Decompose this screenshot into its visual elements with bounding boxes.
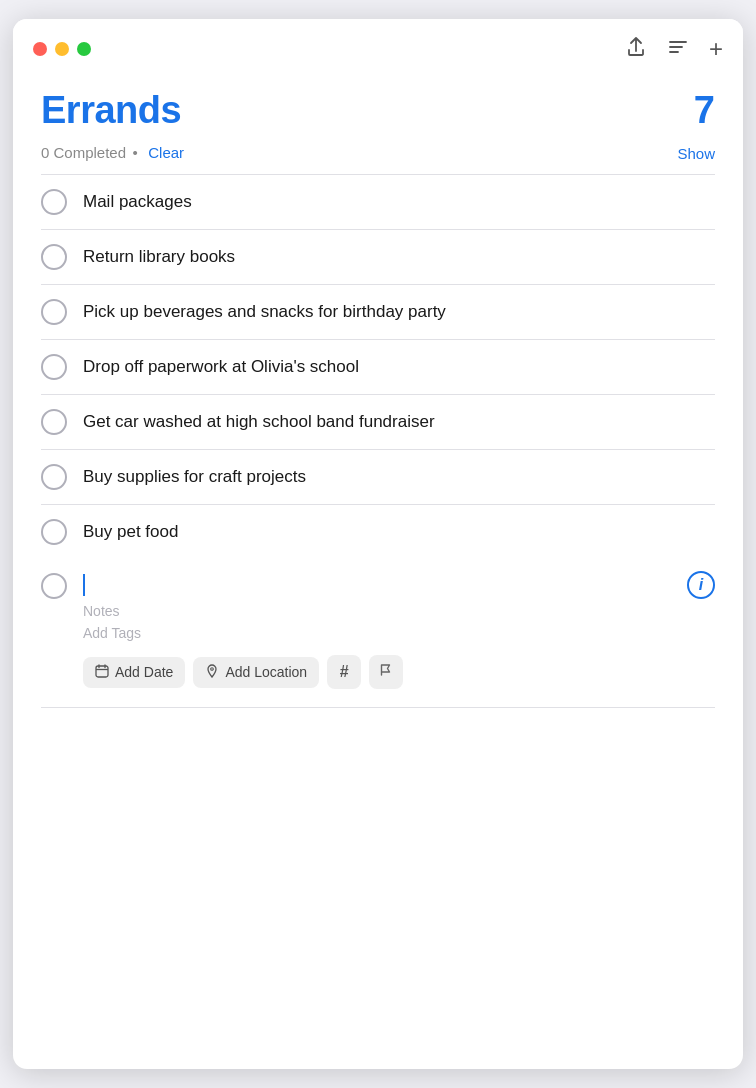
task-checkbox-7[interactable]	[41, 519, 67, 545]
text-cursor	[83, 574, 85, 596]
info-icon[interactable]: i	[687, 571, 715, 599]
add-location-label: Add Location	[225, 664, 307, 680]
calendar-icon	[95, 664, 109, 681]
task-row: Return library books	[41, 230, 715, 285]
task-checkbox-6[interactable]	[41, 464, 67, 490]
notes-placeholder[interactable]: Notes	[83, 601, 715, 621]
task-label-1: Mail packages	[83, 191, 192, 213]
add-icon[interactable]: +	[709, 35, 723, 63]
tags-placeholder[interactable]: Add Tags	[83, 623, 715, 643]
minimize-button[interactable]	[55, 42, 69, 56]
add-date-label: Add Date	[115, 664, 173, 680]
new-task-input[interactable]	[93, 576, 679, 594]
task-label-5: Get car washed at high school band fundr…	[83, 411, 435, 433]
completed-status: 0 Completed • Clear	[41, 144, 184, 162]
new-task-input-wrapper: i	[83, 571, 715, 599]
task-list: Mail packages Return library books Pick …	[41, 175, 715, 559]
list-title: Errands	[41, 89, 181, 132]
list-header: Errands 7	[41, 81, 715, 136]
app-window: + Errands 7 0 Completed • Clear Show Mai…	[13, 19, 743, 1069]
svg-rect-3	[96, 666, 108, 677]
task-row: Drop off paperwork at Olivia's school	[41, 340, 715, 395]
task-label-4: Drop off paperwork at Olivia's school	[83, 356, 359, 378]
content-area: Errands 7 0 Completed • Clear Show Mail …	[13, 71, 743, 1069]
task-row: Pick up beverages and snacks for birthda…	[41, 285, 715, 340]
new-task-row: i Notes Add Tags	[41, 559, 715, 708]
list-count: 7	[694, 89, 715, 132]
task-row: Get car washed at high school band fundr…	[41, 395, 715, 450]
new-task-checkbox[interactable]	[41, 573, 67, 599]
task-checkbox-3[interactable]	[41, 299, 67, 325]
task-checkbox-1[interactable]	[41, 189, 67, 215]
dot-separator: •	[133, 144, 138, 161]
list-options-icon[interactable]	[667, 36, 689, 63]
task-checkbox-2[interactable]	[41, 244, 67, 270]
task-checkbox-4[interactable]	[41, 354, 67, 380]
action-buttons-row: Add Date Add Location #	[83, 645, 715, 703]
title-bar: +	[13, 19, 743, 71]
location-icon	[205, 664, 219, 681]
traffic-lights	[33, 42, 91, 56]
maximize-button[interactable]	[77, 42, 91, 56]
add-date-button[interactable]: Add Date	[83, 657, 185, 688]
svg-point-7	[211, 667, 214, 670]
status-row: 0 Completed • Clear Show	[41, 136, 715, 174]
share-icon[interactable]	[625, 36, 647, 63]
task-label-2: Return library books	[83, 246, 235, 268]
task-label-6: Buy supplies for craft projects	[83, 466, 306, 488]
task-checkbox-5[interactable]	[41, 409, 67, 435]
flag-icon	[379, 663, 393, 681]
task-label-3: Pick up beverages and snacks for birthda…	[83, 301, 446, 323]
close-button[interactable]	[33, 42, 47, 56]
info-icon-letter: i	[699, 576, 703, 594]
task-label-7: Buy pet food	[83, 521, 178, 543]
task-row: Mail packages	[41, 175, 715, 230]
task-row: Buy supplies for craft projects	[41, 450, 715, 505]
new-task-content: i Notes Add Tags	[83, 571, 715, 703]
title-bar-actions: +	[625, 35, 723, 63]
clear-button[interactable]: Clear	[148, 144, 184, 161]
show-button[interactable]: Show	[677, 145, 715, 162]
completed-text: 0 Completed	[41, 144, 126, 161]
hashtag-icon: #	[340, 663, 349, 681]
hashtag-button[interactable]: #	[327, 655, 361, 689]
flag-button[interactable]	[369, 655, 403, 689]
add-location-button[interactable]: Add Location	[193, 657, 319, 688]
task-row: Buy pet food	[41, 505, 715, 559]
